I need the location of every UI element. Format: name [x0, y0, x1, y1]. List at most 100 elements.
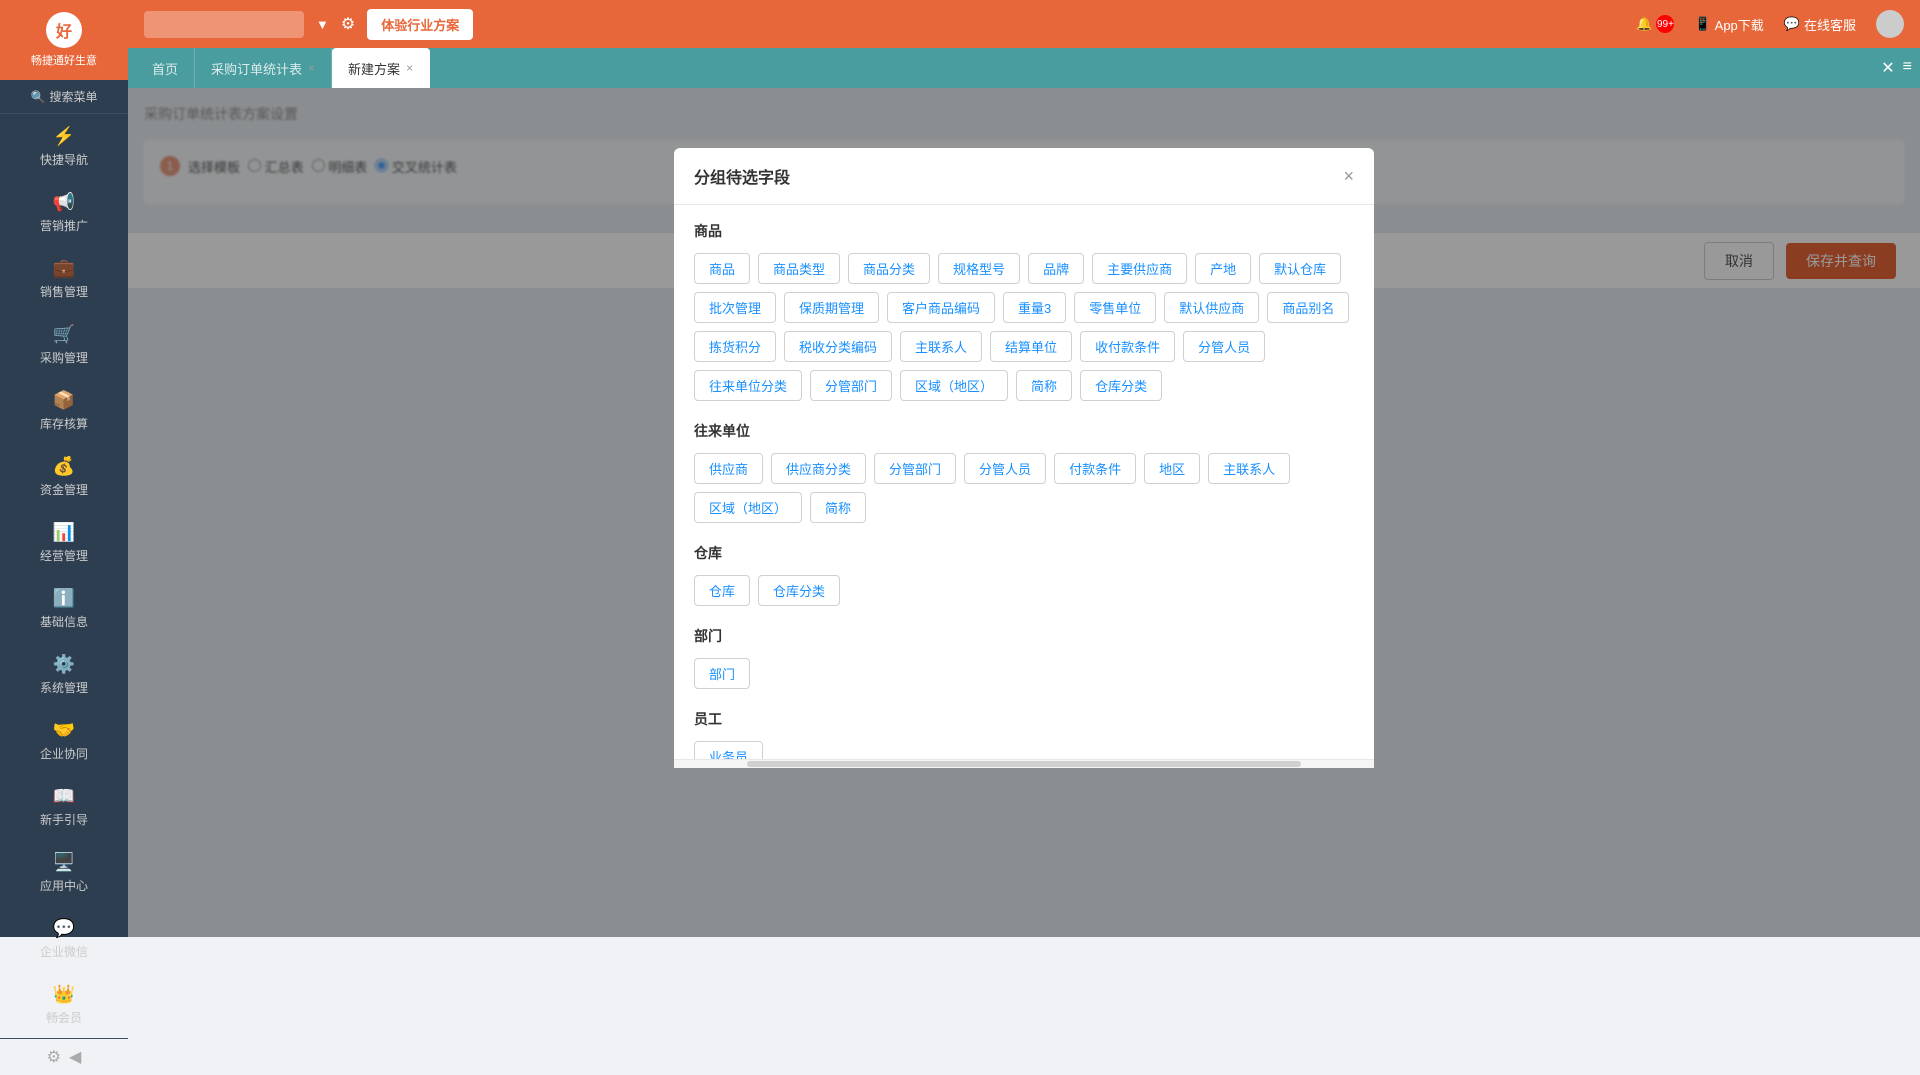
online-service-item[interactable]: 💬 在线客服	[1784, 15, 1856, 34]
field-tag[interactable]: 客户商品编码	[887, 292, 995, 323]
section-department: 部门 部门	[694, 626, 1354, 689]
sidebar-item-basic-info[interactable]: ℹ️ 基础信息	[0, 576, 128, 642]
basic-info-icon: ℹ️	[53, 588, 75, 609]
notification-badge: 99+	[1656, 15, 1674, 33]
section-employee: 员工 业务员	[694, 709, 1354, 759]
sidebar-item-label: 畅会员	[46, 1009, 82, 1026]
modal-title: 分组待选字段	[694, 164, 790, 188]
tab-purchase-close-icon[interactable]: ×	[308, 61, 315, 75]
field-tag[interactable]: 零售单位	[1074, 292, 1156, 323]
field-tag[interactable]: 区域（地区）	[900, 370, 1008, 401]
field-tag[interactable]: 仓库分类	[758, 575, 840, 606]
sidebar-bottom: ⚙ ◀	[0, 1038, 128, 1075]
member-icon: 👑	[53, 984, 75, 1005]
field-tag[interactable]: 分管人员	[964, 453, 1046, 484]
field-tag[interactable]: 供应商	[694, 453, 763, 484]
topbar-search-input[interactable]	[144, 11, 304, 38]
field-tag[interactable]: 仓库分类	[1080, 370, 1162, 401]
sidebar-item-collaboration[interactable]: 🤝 企业协同	[0, 708, 128, 774]
sidebar-item-label: 资金管理	[40, 481, 88, 498]
field-tag[interactable]: 地区	[1144, 453, 1200, 484]
sidebar-item-finance[interactable]: 💰 资金管理	[0, 444, 128, 510]
field-tag[interactable]: 往来单位分类	[694, 370, 802, 401]
tab-new-plan-label: 新建方案	[348, 59, 400, 78]
sidebar-item-operation[interactable]: 📊 经营管理	[0, 510, 128, 576]
tabs-menu-icon[interactable]: ≡	[1903, 58, 1912, 78]
online-service-label: 在线客服	[1804, 15, 1856, 34]
sidebar-item-purchase[interactable]: 🛒 采购管理	[0, 312, 128, 378]
field-tag[interactable]: 付款条件	[1054, 453, 1136, 484]
field-tag[interactable]: 默认仓库	[1259, 253, 1341, 284]
warehouse-tags: 仓库 仓库分类	[694, 575, 1354, 606]
field-select-modal: 分组待选字段 × 商品 商品 商品类型 商品分类 规格型号	[674, 148, 1374, 768]
field-tag[interactable]: 主联系人	[1208, 453, 1290, 484]
settings-bottom-icon[interactable]: ⚙	[47, 1047, 61, 1067]
goods-tags: 商品 商品类型 商品分类 规格型号 品牌 主要供应商 产地 默认仓库 批次管理 …	[694, 253, 1354, 401]
field-tag[interactable]: 税收分类编码	[784, 331, 892, 362]
field-tag[interactable]: 商品分类	[848, 253, 930, 284]
user-avatar[interactable]	[1876, 10, 1904, 38]
modal-close-btn[interactable]: ×	[1343, 166, 1354, 187]
field-tag[interactable]: 商品别名	[1267, 292, 1349, 323]
sidebar-item-quick-nav[interactable]: ⚡ 快捷导航	[0, 114, 128, 180]
sidebar-item-inventory[interactable]: 📦 库存核算	[0, 378, 128, 444]
field-tag[interactable]: 批次管理	[694, 292, 776, 323]
field-tag[interactable]: 结算单位	[990, 331, 1072, 362]
field-tag[interactable]: 产地	[1195, 253, 1251, 284]
field-tag[interactable]: 供应商分类	[771, 453, 866, 484]
field-tag[interactable]: 商品类型	[758, 253, 840, 284]
section-warehouse-title: 仓库	[694, 543, 1354, 563]
field-tag[interactable]: 分管部门	[810, 370, 892, 401]
field-tag[interactable]: 分管部门	[874, 453, 956, 484]
sidebar-item-label: 快捷导航	[40, 151, 88, 168]
tabs-collapse-icon[interactable]: ✕	[1881, 58, 1894, 78]
field-tag[interactable]: 品牌	[1028, 253, 1084, 284]
tab-new-plan[interactable]: 新建方案 ×	[332, 48, 430, 88]
tab-purchase-stats[interactable]: 采购订单统计表 ×	[195, 48, 332, 88]
app-download-item[interactable]: 📱 App下载	[1694, 15, 1763, 34]
sidebar-item-member[interactable]: 👑 畅会员	[0, 972, 128, 1038]
sidebar-item-label: 营销推广	[40, 217, 88, 234]
field-tag[interactable]: 仓库	[694, 575, 750, 606]
field-tag[interactable]: 主要供应商	[1092, 253, 1187, 284]
field-tag[interactable]: 收付款条件	[1080, 331, 1175, 362]
field-tag[interactable]: 拣货积分	[694, 331, 776, 362]
sidebar-logo[interactable]: 好 畅捷通好生意	[0, 0, 128, 80]
topbar-gear-icon[interactable]: ⚙	[341, 14, 355, 34]
sidebar-search-menu[interactable]: 🔍 搜索菜单	[0, 80, 128, 114]
collapse-icon[interactable]: ◀	[69, 1047, 81, 1067]
field-tag[interactable]: 简称	[1016, 370, 1072, 401]
sidebar-item-system[interactable]: ⚙️ 系统管理	[0, 642, 128, 708]
notification-item[interactable]: 🔔 99+	[1636, 15, 1674, 33]
sidebar-item-sales[interactable]: 💼 销售管理	[0, 246, 128, 312]
sidebar-item-marketing[interactable]: 📢 营销推广	[0, 180, 128, 246]
tab-new-plan-close-icon[interactable]: ×	[406, 61, 413, 75]
field-tag[interactable]: 保质期管理	[784, 292, 879, 323]
guide-icon: 📖	[53, 786, 75, 807]
field-tag[interactable]: 分管人员	[1183, 331, 1265, 362]
field-tag[interactable]: 部门	[694, 658, 750, 689]
sidebar-item-guide[interactable]: 📖 新手引导	[0, 774, 128, 840]
field-tag[interactable]: 主联系人	[900, 331, 982, 362]
section-department-title: 部门	[694, 626, 1354, 646]
sidebar-item-app-center[interactable]: 🖥️ 应用中心	[0, 840, 128, 906]
field-tag[interactable]: 默认供应商	[1164, 292, 1259, 323]
tab-home[interactable]: 首页	[136, 48, 195, 88]
field-tag[interactable]: 业务员	[694, 741, 763, 759]
trial-btn[interactable]: 体验行业方案	[367, 9, 473, 40]
field-tag[interactable]: 规格型号	[938, 253, 1020, 284]
app-download-label: App下载	[1715, 15, 1764, 34]
topbar-dropdown-arrow[interactable]: ▼	[316, 17, 329, 32]
field-tag[interactable]: 简称	[810, 492, 866, 523]
sidebar-item-label: 系统管理	[40, 679, 88, 696]
operation-icon: 📊	[53, 522, 75, 543]
download-icon: 📱	[1694, 16, 1710, 32]
field-tag[interactable]: 重量3	[1003, 292, 1066, 323]
field-tag[interactable]: 商品	[694, 253, 750, 284]
modal-horizontal-scrollbar[interactable]	[674, 759, 1374, 768]
system-icon: ⚙️	[53, 654, 75, 675]
sidebar-item-wechat[interactable]: 💬 企业微信	[0, 906, 128, 972]
field-tag[interactable]: 区域（地区）	[694, 492, 802, 523]
sidebar-search-label: 搜索菜单	[49, 88, 97, 105]
tabs-extra: ✕ ≡	[1881, 58, 1912, 78]
